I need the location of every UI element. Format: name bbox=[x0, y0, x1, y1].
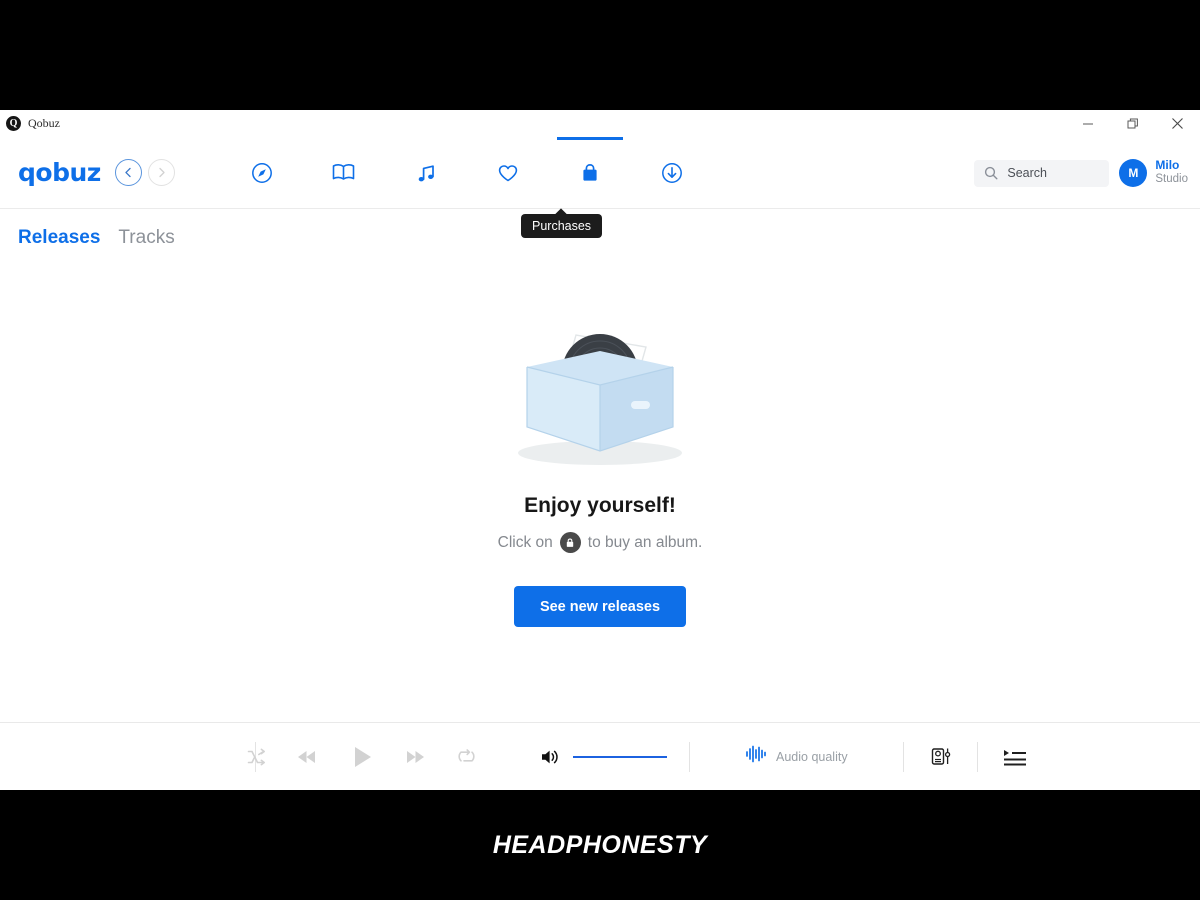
avatar: M bbox=[1119, 159, 1148, 187]
nav-item-purchases[interactable] bbox=[549, 136, 631, 209]
nav-item-discover[interactable] bbox=[221, 137, 303, 209]
qobuz-app-window: Q Qobuz qobuz Search M Milo Studio Purch… bbox=[0, 110, 1200, 790]
next-button[interactable] bbox=[404, 745, 428, 769]
transport-controls bbox=[246, 742, 477, 772]
app-header: qobuz Search M Milo Studio Purchases bbox=[0, 136, 1200, 238]
volume-control bbox=[539, 746, 667, 768]
play-button[interactable] bbox=[346, 742, 376, 772]
heart-icon bbox=[496, 161, 520, 185]
see-new-releases-button[interactable]: See new releases bbox=[513, 586, 687, 627]
compass-icon bbox=[250, 161, 274, 185]
close-icon[interactable] bbox=[1155, 110, 1200, 137]
forward-button[interactable] bbox=[147, 159, 175, 186]
play-queue-icon[interactable] bbox=[1002, 746, 1028, 768]
user-account[interactable]: M Milo Studio bbox=[1119, 159, 1188, 187]
nav-item-my-music[interactable] bbox=[385, 137, 467, 209]
tab-releases[interactable]: Releases bbox=[18, 227, 100, 249]
user-meta: Milo Studio bbox=[1155, 159, 1188, 186]
audio-quality-label: Audio quality bbox=[776, 749, 848, 764]
screen: Q Qobuz qobuz Search M Milo Studio Purch… bbox=[0, 0, 1200, 900]
vinyl-record-box-illustration bbox=[500, 305, 700, 480]
tab-tracks[interactable]: Tracks bbox=[118, 227, 174, 249]
back-button[interactable] bbox=[114, 159, 142, 186]
search-placeholder: Search bbox=[1007, 166, 1047, 180]
window-title-bar: Q Qobuz bbox=[0, 110, 1200, 137]
window-title: Qobuz bbox=[28, 116, 60, 130]
shopping-bag-icon bbox=[578, 161, 602, 185]
search-icon bbox=[984, 166, 998, 180]
book-icon bbox=[331, 160, 356, 185]
empty-state-title: Enjoy yourself! bbox=[524, 494, 676, 517]
previous-button[interactable] bbox=[294, 745, 318, 769]
subtitle-text-after: to buy an album. bbox=[587, 533, 703, 551]
nav-item-favorites[interactable] bbox=[467, 137, 549, 209]
user-plan: Studio bbox=[1155, 173, 1188, 186]
waveform-icon bbox=[745, 744, 767, 769]
purchases-tooltip: Purchases bbox=[521, 214, 603, 238]
repeat-icon[interactable] bbox=[456, 746, 477, 767]
header-right-group: Search M Milo Studio bbox=[974, 137, 1188, 209]
qobuz-wordmark[interactable]: qobuz bbox=[18, 158, 101, 187]
empty-state: Enjoy yourself! Click on to buy an album… bbox=[0, 249, 1200, 627]
main-navigation bbox=[221, 136, 713, 209]
player-bar: Audio quality bbox=[0, 722, 1200, 790]
shuffle-icon[interactable] bbox=[246, 747, 266, 767]
empty-state-subtitle: Click on to buy an album. bbox=[497, 532, 703, 553]
shopping-bag-icon bbox=[559, 532, 581, 553]
music-note-icon bbox=[414, 161, 438, 185]
minimize-icon[interactable] bbox=[1065, 110, 1110, 137]
active-indicator bbox=[556, 136, 623, 140]
window-controls bbox=[1065, 110, 1200, 137]
volume-high-icon[interactable] bbox=[539, 746, 561, 768]
player-divider-queue bbox=[976, 741, 978, 772]
subtitle-text-before: Click on bbox=[497, 533, 553, 551]
nav-item-downloads[interactable] bbox=[631, 137, 713, 209]
audio-device-icon[interactable] bbox=[929, 745, 952, 768]
player-divider-quality bbox=[689, 741, 690, 772]
nav-item-magazine[interactable] bbox=[303, 137, 385, 209]
history-navigation bbox=[114, 159, 175, 186]
audio-quality-control[interactable]: Audio quality bbox=[745, 744, 848, 769]
user-name: Milo bbox=[1155, 158, 1180, 173]
download-circle-icon bbox=[660, 161, 684, 185]
player-divider-devices bbox=[902, 741, 904, 772]
qobuz-logo-icon: Q bbox=[6, 116, 21, 131]
watermark: HEADPHONESTY bbox=[492, 830, 708, 859]
search-input[interactable]: Search bbox=[974, 159, 1110, 187]
restore-icon[interactable] bbox=[1110, 110, 1155, 137]
volume-slider[interactable] bbox=[573, 755, 667, 758]
